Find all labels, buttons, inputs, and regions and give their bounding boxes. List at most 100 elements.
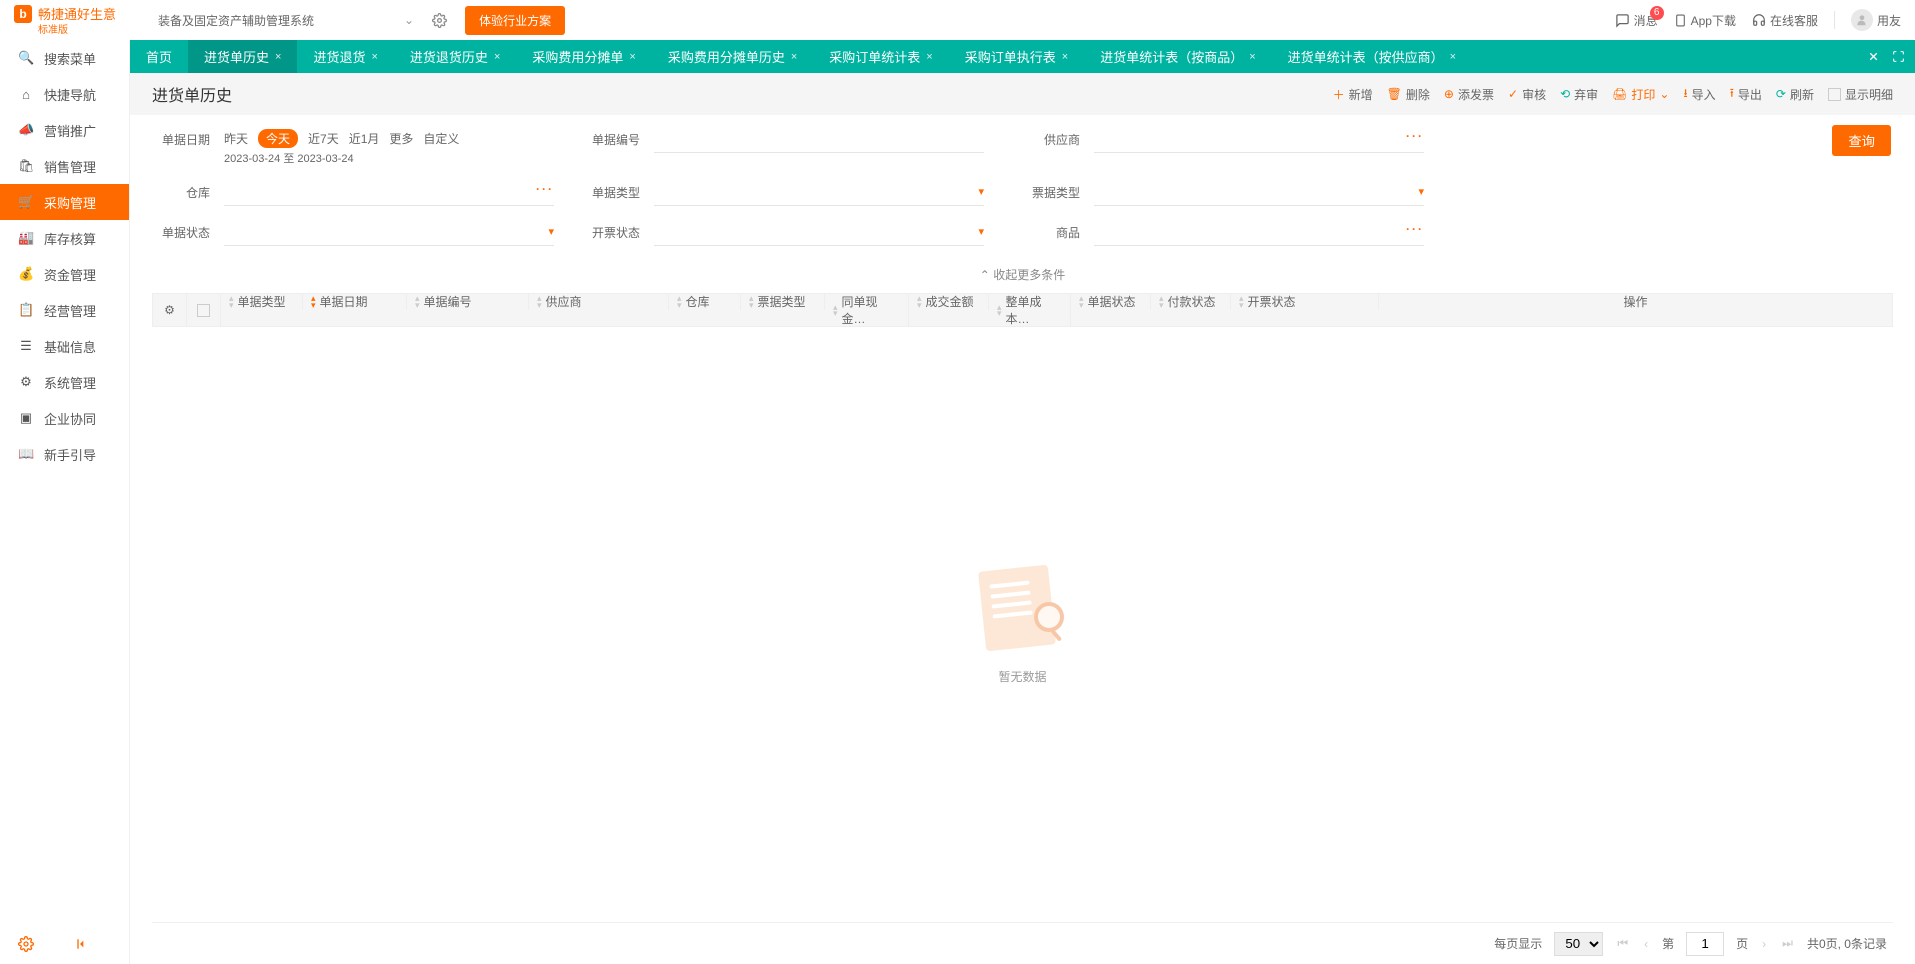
show-detail-toggle[interactable]: 显示明细 xyxy=(1828,86,1893,103)
column-header-7[interactable]: ▴▾成交金额 xyxy=(909,293,989,310)
collapse-filters-button[interactable]: ⌃ 收起更多条件 xyxy=(154,262,1891,293)
per-page-select[interactable]: 50 xyxy=(1554,932,1603,956)
first-page-icon[interactable]: ⏮ xyxy=(1615,936,1630,951)
column-header-12[interactable]: 操作 xyxy=(1379,293,1892,310)
goods-input[interactable]: ··· xyxy=(1094,222,1424,246)
close-icon[interactable]: × xyxy=(629,51,635,63)
try-industry-button[interactable]: 体验行业方案 xyxy=(465,6,565,35)
sidebar-item-label: 经营管理 xyxy=(44,301,96,320)
header-actions: 消息 6 App下载 在线客服 用友 xyxy=(1615,9,1901,31)
doctype-select[interactable]: ▾ xyxy=(654,182,984,206)
invtype-select[interactable]: ▾ xyxy=(1094,182,1424,206)
date-option-2[interactable]: 近7天 xyxy=(308,130,339,147)
column-header-0[interactable]: ▴▾单据类型 xyxy=(221,293,303,310)
query-button[interactable]: 查询 xyxy=(1832,125,1891,156)
column-header-2[interactable]: ▴▾单据编号 xyxy=(407,293,529,310)
sidebar-item-2[interactable]: 📣营销推广 xyxy=(0,112,129,148)
settings-icon[interactable] xyxy=(18,936,34,952)
sidebar-item-6[interactable]: 💰资金管理 xyxy=(0,256,129,292)
column-header-5[interactable]: ▴▾票据类型 xyxy=(741,293,825,310)
tab-4[interactable]: 采购费用分摊单× xyxy=(516,40,651,73)
org-selector[interactable]: 装备及固定资产辅助管理系统 ⌄ xyxy=(158,12,414,29)
add-button[interactable]: ＋新增 xyxy=(1333,86,1373,103)
tab-1[interactable]: 进货单历史× xyxy=(188,40,297,73)
print-button[interactable]: 🖨打印⌄ xyxy=(1612,86,1669,103)
delete-button[interactable]: 🗑删除 xyxy=(1387,86,1430,103)
tab-8[interactable]: 进货单统计表（按商品）× xyxy=(1084,40,1271,73)
close-icon[interactable]: × xyxy=(494,51,500,63)
column-header-10[interactable]: ▴▾付款状态 xyxy=(1151,293,1231,310)
column-header-8[interactable]: ▴▾整单成本… xyxy=(989,293,1071,327)
add-invoice-button[interactable]: ⊕添发票 xyxy=(1444,86,1494,103)
date-option-5[interactable]: 自定义 xyxy=(423,130,459,147)
column-header-11[interactable]: ▴▾开票状态 xyxy=(1231,293,1379,310)
date-option-1[interactable]: 今天 xyxy=(258,129,298,148)
sidebar-item-8[interactable]: ☰基础信息 xyxy=(0,328,129,364)
column-header-1[interactable]: ▴▾单据日期 xyxy=(303,293,407,310)
sidebar-item-5[interactable]: 🏭库存核算 xyxy=(0,220,129,256)
tab-9[interactable]: 进货单统计表（按供应商）× xyxy=(1272,40,1472,73)
sidebar-item-10[interactable]: ▣企业协同 xyxy=(0,400,129,436)
docstat-select[interactable]: ▾ xyxy=(224,222,554,246)
next-page-icon[interactable]: › xyxy=(1760,937,1768,951)
sidebar-item-1[interactable]: ⌂快捷导航 xyxy=(0,76,129,112)
close-icon[interactable]: × xyxy=(926,51,932,63)
close-icon[interactable]: × xyxy=(791,51,797,63)
tab-6[interactable]: 采购订单统计表× xyxy=(813,40,948,73)
sidebar-item-4[interactable]: 🛒采购管理 xyxy=(0,184,129,220)
supplier-input[interactable]: ··· xyxy=(1094,129,1424,153)
column-header-6[interactable]: ▴▾同单现金… xyxy=(825,293,909,327)
support-button[interactable]: 在线客服 xyxy=(1752,12,1818,29)
app-download-button[interactable]: App下载 xyxy=(1674,12,1736,29)
unaudit-button[interactable]: ⟲弃审 xyxy=(1560,86,1598,103)
brand: b 畅捷通好生意 标准版 xyxy=(14,4,144,36)
date-range-options: 昨天今天近7天近1月更多自定义 xyxy=(224,129,459,148)
date-option-0[interactable]: 昨天 xyxy=(224,130,248,147)
fullscreen-icon[interactable] xyxy=(1892,50,1905,63)
sidebar-item-11[interactable]: 📖新手引导 xyxy=(0,436,129,472)
tab-7[interactable]: 采购订单执行表× xyxy=(949,40,1084,73)
close-icon[interactable]: × xyxy=(1450,51,1456,63)
page-input[interactable] xyxy=(1686,932,1724,956)
sidebar-item-7[interactable]: 📋经营管理 xyxy=(0,292,129,328)
column-header-3[interactable]: ▴▾供应商 xyxy=(529,293,669,310)
column-header-4[interactable]: ▴▾仓库 xyxy=(669,293,741,310)
import-button[interactable]: ⭳导入 xyxy=(1683,84,1715,105)
column-settings[interactable]: ⚙ xyxy=(153,294,187,326)
close-icon[interactable]: × xyxy=(1249,51,1255,63)
app-header: b 畅捷通好生意 标准版 装备及固定资产辅助管理系统 ⌄ 体验行业方案 消息 6 xyxy=(0,0,1915,40)
collapse-sidebar-icon[interactable] xyxy=(74,936,90,952)
print-icon: 🖨 xyxy=(1612,87,1627,101)
brand-icon: b xyxy=(14,5,32,23)
invstat-select[interactable]: ▾ xyxy=(654,222,984,246)
audit-button[interactable]: ✓审核 xyxy=(1508,86,1546,103)
docno-input[interactable] xyxy=(654,129,984,153)
tab-5[interactable]: 采购费用分摊单历史× xyxy=(652,40,813,73)
refresh-button[interactable]: ⟳刷新 xyxy=(1776,86,1814,103)
messages-button[interactable]: 消息 6 xyxy=(1615,12,1658,29)
gear-icon[interactable] xyxy=(432,13,447,28)
date-option-3[interactable]: 近1月 xyxy=(349,130,380,147)
warehouse-input[interactable]: ··· xyxy=(224,182,554,206)
tab-2[interactable]: 进货退货× xyxy=(297,40,393,73)
select-all[interactable] xyxy=(187,294,221,326)
close-icon[interactable]: × xyxy=(371,51,377,63)
export-button[interactable]: ⭱导出 xyxy=(1730,84,1762,105)
filter-panel: 查询 单据日期 昨天今天近7天近1月更多自定义 2023-03-24 至 202… xyxy=(130,115,1915,293)
tab-3[interactable]: 进货退货历史× xyxy=(394,40,516,73)
sidebar-item-9[interactable]: ⚙系统管理 xyxy=(0,364,129,400)
close-all-tabs-icon[interactable] xyxy=(1867,50,1880,63)
tab-0[interactable]: 首页 xyxy=(130,40,188,73)
column-header-9[interactable]: ▴▾单据状态 xyxy=(1071,293,1151,310)
empty-text: 暂无数据 xyxy=(998,668,1046,685)
prev-page-icon[interactable]: ‹ xyxy=(1642,937,1650,951)
date-option-4[interactable]: 更多 xyxy=(389,130,413,147)
column-label: 单据编号 xyxy=(424,293,472,310)
sidebar-item-3[interactable]: 🛍销售管理 xyxy=(0,148,129,184)
sidebar-item-0[interactable]: 🔍搜索菜单 xyxy=(0,40,129,76)
close-icon[interactable]: × xyxy=(1062,51,1068,63)
last-page-icon[interactable]: ⏭ xyxy=(1780,936,1795,951)
more-icon: ··· xyxy=(1406,222,1424,236)
user-menu[interactable]: 用友 xyxy=(1851,9,1901,31)
close-icon[interactable]: × xyxy=(275,51,281,63)
